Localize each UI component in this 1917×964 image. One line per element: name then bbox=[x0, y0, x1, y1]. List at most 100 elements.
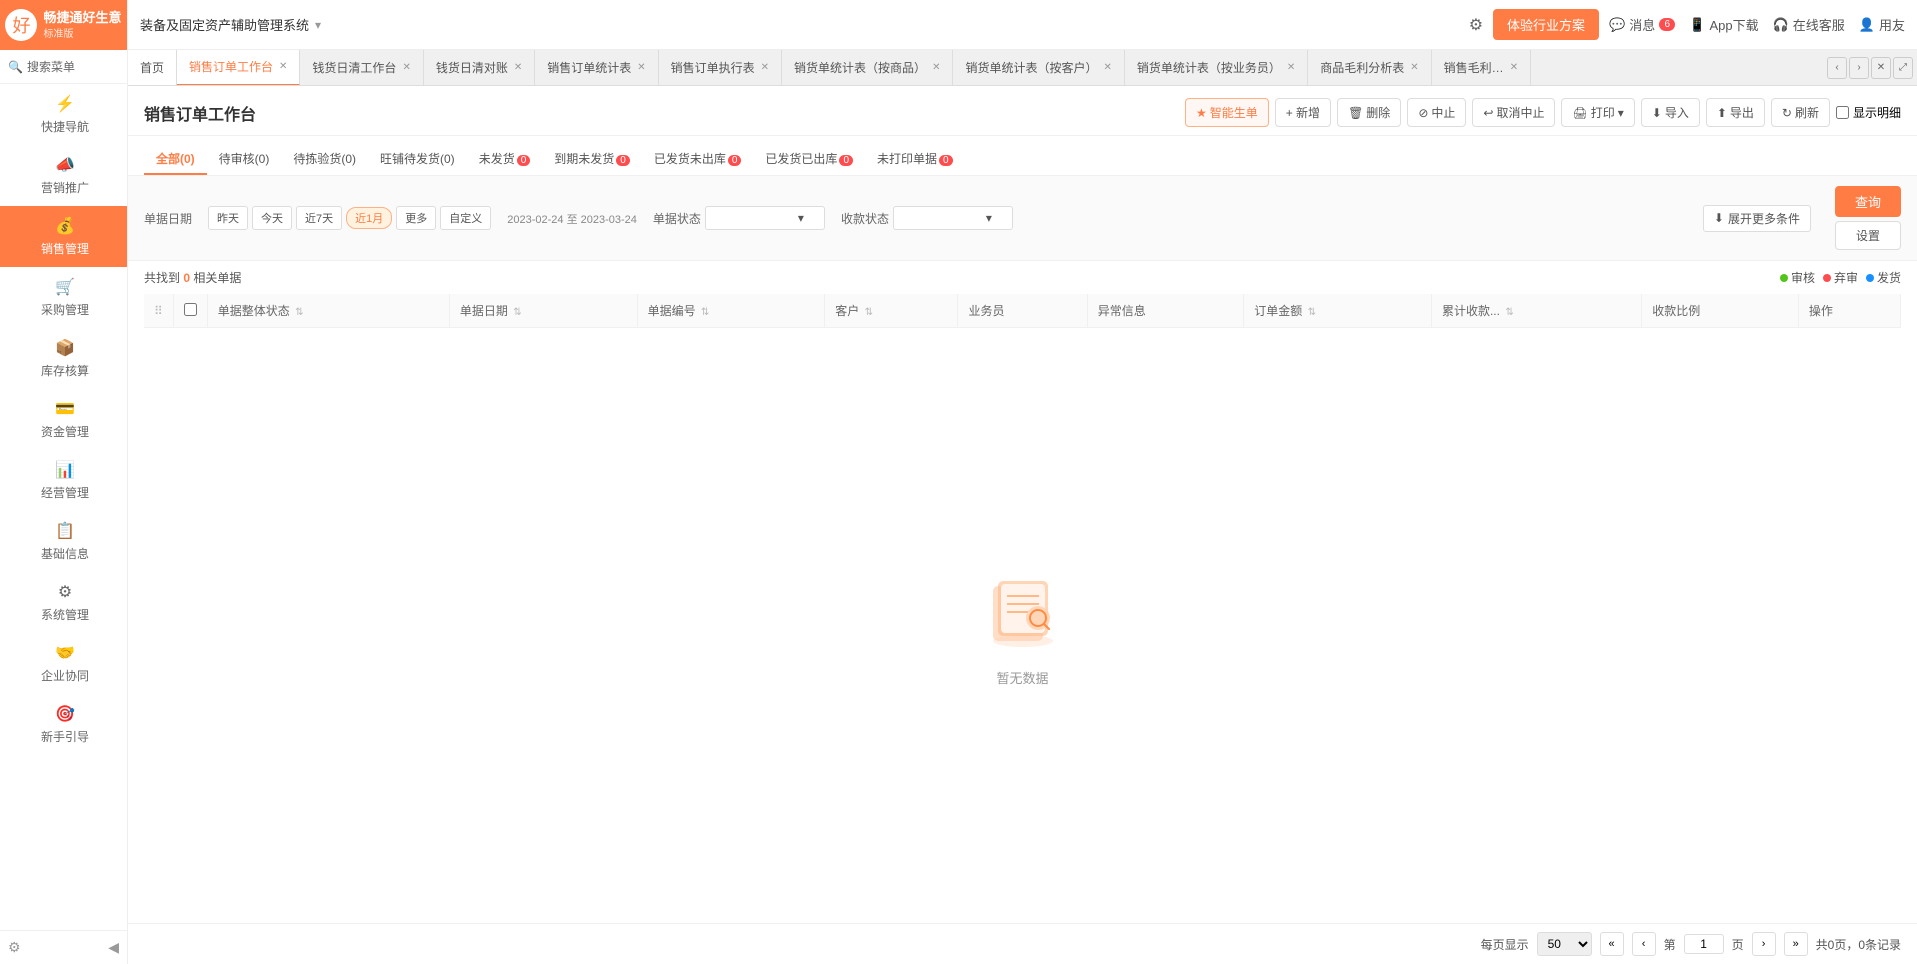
tab-home-label: 首页 bbox=[140, 59, 164, 76]
sidebar-item-search[interactable]: 🔍 搜索菜单 bbox=[0, 50, 127, 84]
date-btn-custom[interactable]: 自定义 bbox=[440, 206, 491, 230]
date-btn-today[interactable]: 今天 bbox=[252, 206, 292, 230]
date-btn-1month[interactable]: 近1月 bbox=[346, 207, 392, 229]
refresh-btn[interactable]: ↻ 刷新 bbox=[1771, 98, 1830, 127]
tab-cash-reconcile[interactable]: 钱货日清对账 ✕ bbox=[424, 50, 535, 86]
date-btn-7days[interactable]: 近7天 bbox=[296, 206, 342, 230]
tab-close-icon[interactable]: ✕ bbox=[1510, 62, 1518, 73]
stop-btn[interactable]: ⊘ 中止 bbox=[1407, 98, 1466, 127]
sidebar-item-base[interactable]: 📋 基础信息 bbox=[0, 511, 127, 572]
subtab-all[interactable]: 全部(0) bbox=[144, 144, 207, 175]
col-receipt[interactable]: 累计收款... ⇅ bbox=[1431, 294, 1641, 328]
message-btn[interactable]: 💬 消息 6 bbox=[1609, 15, 1675, 34]
cancel-stop-btn[interactable]: ↩ 取消中止 bbox=[1472, 98, 1555, 127]
user-menu-btn[interactable]: 👤 用友 bbox=[1859, 15, 1905, 34]
sidebar-item-system[interactable]: ⚙ 系统管理 bbox=[0, 572, 127, 633]
tab-close-icon[interactable]: ✕ bbox=[514, 62, 522, 73]
export-label: 导出 bbox=[1730, 104, 1754, 121]
subtab-pending-pick[interactable]: 待拣验货(0) bbox=[281, 144, 368, 175]
next-page-btn[interactable]: › bbox=[1752, 932, 1776, 956]
topbar-settings-btn[interactable]: ⚙ bbox=[1469, 15, 1483, 35]
subtab-pending-review[interactable]: 待审核(0) bbox=[207, 144, 282, 175]
sidebar-settings-btn[interactable]: ⚙ bbox=[8, 939, 21, 956]
tab-sales-order[interactable]: 销售订单工作台 ✕ bbox=[177, 50, 300, 86]
col-salesman[interactable]: 业务员 bbox=[958, 294, 1087, 328]
purchase-icon: 🛒 bbox=[55, 277, 75, 297]
sidebar-item-operation[interactable]: 📊 经营管理 bbox=[0, 450, 127, 511]
tab-close-icon[interactable]: ✕ bbox=[1410, 62, 1418, 73]
tab-margin-analysis[interactable]: 商品毛利分析表 ✕ bbox=[1308, 50, 1431, 86]
online-service-btn[interactable]: 🎧 在线客服 bbox=[1773, 15, 1845, 34]
tab-close-icon[interactable]: ✕ bbox=[761, 62, 769, 73]
sidebar-item-marketing[interactable]: 📣 营销推广 bbox=[0, 145, 127, 206]
first-page-btn[interactable]: « bbox=[1600, 932, 1624, 956]
receipt-select[interactable]: ▾ bbox=[893, 206, 1013, 230]
status-select[interactable]: ▾ bbox=[705, 206, 825, 230]
query-btn[interactable]: 查询 bbox=[1835, 186, 1901, 217]
subtab-wangpu[interactable]: 旺铺待发货(0) bbox=[368, 144, 467, 175]
date-btn-more[interactable]: 更多 bbox=[396, 206, 436, 230]
sidebar-inventory-label: 库存核算 bbox=[41, 362, 89, 379]
date-btn-yesterday[interactable]: 昨天 bbox=[208, 206, 248, 230]
sidebar-item-collab[interactable]: 🤝 企业协同 bbox=[0, 633, 127, 694]
tab-sales-margin[interactable]: 销售毛利… ✕ bbox=[1432, 50, 1531, 86]
tab-goods-stat[interactable]: 销货单统计表（按商品） ✕ bbox=[782, 50, 953, 86]
subtab-shipped-not-out[interactable]: 已发货未出库0 bbox=[642, 144, 754, 175]
tab-customer-stat[interactable]: 销货单统计表（按客户） ✕ bbox=[953, 50, 1124, 86]
filter-row-1: 单据日期 昨天 今天 近7天 近1月 更多 自定义 2023-02-24 至 2… bbox=[144, 186, 1901, 250]
sidebar-item-finance[interactable]: 💳 资金管理 bbox=[0, 389, 127, 450]
sidebar-item-guide[interactable]: 🎯 新手引导 bbox=[0, 694, 127, 755]
last-page-btn[interactable]: » bbox=[1784, 932, 1808, 956]
export-btn[interactable]: ⬆ 导出 bbox=[1706, 98, 1765, 127]
system-chevron-icon[interactable]: ▾ bbox=[315, 18, 321, 32]
checkbox-col[interactable] bbox=[173, 294, 207, 328]
tab-close-icon[interactable]: ✕ bbox=[279, 61, 287, 72]
tab-close-icon[interactable]: ✕ bbox=[932, 62, 940, 73]
tab-close-icon[interactable]: ✕ bbox=[637, 62, 645, 73]
app-download-btn[interactable]: 📱 App下载 bbox=[1689, 15, 1758, 34]
set-btn[interactable]: 设置 bbox=[1835, 221, 1901, 250]
approve-btn[interactable]: 审核 bbox=[1780, 269, 1815, 286]
prev-page-btn[interactable]: ‹ bbox=[1632, 932, 1656, 956]
subtab-expired-ship[interactable]: 到期未发货0 bbox=[542, 144, 642, 175]
col-customer[interactable]: 客户 ⇅ bbox=[825, 294, 958, 328]
col-date[interactable]: 单据日期 ⇅ bbox=[449, 294, 637, 328]
delete-btn[interactable]: 🗑 删除 bbox=[1337, 98, 1401, 127]
page-size-select[interactable]: 50 20 100 bbox=[1537, 932, 1592, 956]
subtab-not-shipped[interactable]: 未发货0 bbox=[467, 144, 543, 175]
expand-filter-btn[interactable]: ⬇ 展开更多条件 bbox=[1703, 205, 1811, 232]
sidebar-item-purchase[interactable]: 🛒 采购管理 bbox=[0, 267, 127, 328]
col-number[interactable]: 单据编号 ⇅ bbox=[637, 294, 825, 328]
subtab-not-printed[interactable]: 未打印单据0 bbox=[865, 144, 965, 175]
sidebar-item-sales[interactable]: 💰 销售管理 bbox=[0, 206, 127, 267]
page-input[interactable] bbox=[1684, 934, 1724, 954]
print-btn[interactable]: 🖨 打印 ▾ bbox=[1561, 98, 1634, 127]
tab-next-btn[interactable]: › bbox=[1849, 57, 1869, 79]
tab-cash-clear[interactable]: 钱货日清工作台 ✕ bbox=[300, 50, 423, 86]
tab-sales-stat[interactable]: 销售订单统计表 ✕ bbox=[535, 50, 658, 86]
import-btn[interactable]: ⬇ 导入 bbox=[1641, 98, 1700, 127]
sidebar-item-quick[interactable]: ⚡ 快捷导航 bbox=[0, 84, 127, 145]
sidebar-item-inventory[interactable]: 📦 库存核算 bbox=[0, 328, 127, 389]
tab-expand-btn[interactable]: ⤢ bbox=[1893, 57, 1913, 79]
ship-btn[interactable]: 发货 bbox=[1866, 269, 1901, 286]
tab-salesman-stat[interactable]: 销货单统计表（按业务员） ✕ bbox=[1125, 50, 1308, 86]
unapprove-btn[interactable]: 弃审 bbox=[1823, 269, 1858, 286]
tab-home[interactable]: 首页 bbox=[128, 50, 177, 86]
sidebar-collapse-btn[interactable]: ◀ bbox=[108, 939, 119, 956]
tab-close-icon[interactable]: ✕ bbox=[1287, 62, 1295, 73]
col-amount[interactable]: 订单金额 ⇅ bbox=[1244, 294, 1432, 328]
add-btn[interactable]: + 新增 bbox=[1275, 98, 1331, 127]
tab-prev-btn[interactable]: ‹ bbox=[1827, 57, 1847, 79]
tab-sales-exec[interactable]: 销售订单执行表 ✕ bbox=[659, 50, 782, 86]
show-detail-checkbox-label[interactable]: 显示明细 bbox=[1836, 104, 1901, 121]
tab-close-all-btn[interactable]: ✕ bbox=[1871, 57, 1891, 79]
show-detail-checkbox[interactable] bbox=[1836, 106, 1849, 119]
industry-btn[interactable]: 体验行业方案 bbox=[1493, 9, 1599, 40]
ai-gen-btn[interactable]: ★ 智能生单 bbox=[1185, 98, 1269, 127]
tab-close-icon[interactable]: ✕ bbox=[1103, 62, 1111, 73]
subtab-shipped-out[interactable]: 已发货已出库0 bbox=[753, 144, 865, 175]
col-status[interactable]: 单据整体状态 ⇅ bbox=[207, 294, 449, 328]
tab-close-icon[interactable]: ✕ bbox=[402, 62, 410, 73]
select-all-checkbox[interactable] bbox=[184, 303, 197, 316]
